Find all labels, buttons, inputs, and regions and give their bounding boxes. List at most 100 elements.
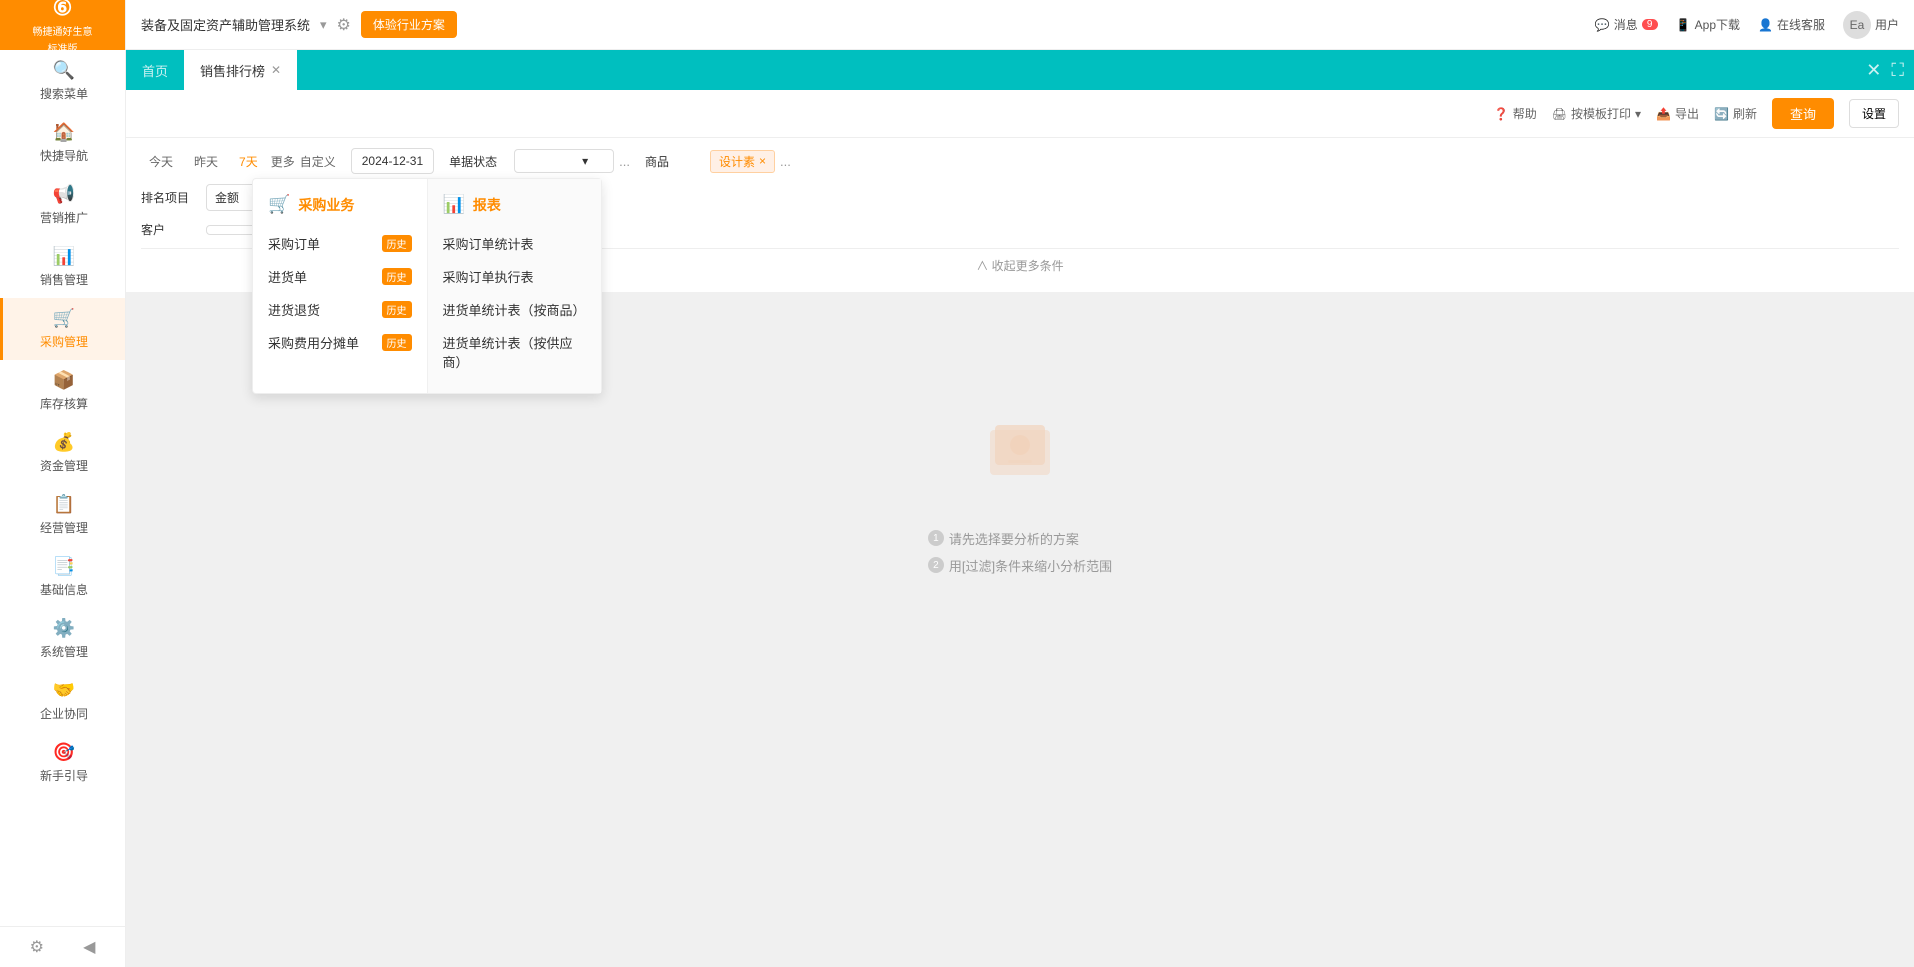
sidebar-item-marketing-label: 营销推广 [40,209,88,226]
doc-status-ellipsis[interactable]: ... [619,154,630,169]
doc-status-filter: 单据状态 ▾ ... [449,149,630,173]
goods-filter: 商品 设计素 × ... [645,150,791,173]
sidebar-item-basic-info-label: 基础信息 [40,581,88,598]
sidebar-item-finance[interactable]: 💰 资金管理 [0,422,125,484]
date-custom[interactable]: 自定义 [300,153,336,170]
rank-item-value: 金额 [215,189,239,206]
print-button[interactable]: 🖨 按模板打印 ▾ [1552,105,1641,122]
header-dropdown-icon[interactable]: ▾ [320,17,327,33]
sidebar-collapse-btn[interactable]: ◀ [83,937,95,957]
system-icon: ⚙️ [53,618,75,639]
date-filter: 今天 昨天 7天 更多 自定义 [141,150,336,173]
tab-close-icon[interactable]: ✕ [271,63,281,77]
query-button[interactable]: 查询 [1772,98,1834,129]
content-area: ❓ 帮助 🖨 按模板打印 ▾ 📤 导出 🔄 刷新 查询 设置 [126,90,1914,967]
sidebar-item-basic-info[interactable]: 📑 基础信息 [0,546,125,608]
menu-item-goods-stats-by-product[interactable]: 进货单统计表（按商品） [443,293,587,326]
goods-tag: 设计素 × [710,150,775,173]
print-label: 按模板打印 [1571,105,1631,122]
menu-item-goods-stats-by-supplier[interactable]: 进货单统计表（按供应商） [443,326,587,378]
logo-brand: 畅捷通好生意 [33,23,93,38]
sidebar-item-nav[interactable]: 🏠 快捷导航 [0,112,125,174]
sidebar-item-inventory[interactable]: 📦 库存核算 [0,360,125,422]
sidebar-item-search-label: 搜索菜单 [40,85,88,102]
menu-item-purchase-expense[interactable]: 采购费用分摊单 历史 [268,326,412,359]
sidebar-item-purchase[interactable]: 🛒 采购管理 [0,298,125,360]
sidebar-item-guide-label: 新手引导 [40,767,88,784]
search-icon: 🔍 [53,60,75,81]
app-download-label: App下载 [1695,16,1740,33]
export-button[interactable]: 📤 导出 [1656,105,1699,122]
sidebar-item-system[interactable]: ⚙️ 系统管理 [0,608,125,670]
date-7days[interactable]: 7天 [231,150,266,173]
doc-status-select[interactable]: ▾ [514,149,614,173]
date-more[interactable]: 更多 [271,153,295,170]
tip1-num: 1 [928,530,944,546]
sidebar-item-search[interactable]: 🔍 搜索菜单 [0,50,125,112]
tab-close-all-icon[interactable]: ✕ [1866,60,1881,81]
home-icon: 🏠 [53,122,75,143]
menu-item-order-exec-label: 采购订单执行表 [443,267,534,286]
tip2-text: 用[过滤]条件来缩小分析范围 [949,556,1112,575]
app-download-item[interactable]: 📱 App下载 [1676,16,1740,33]
top-header: 装备及固定资产辅助管理系统 ▾ ⚙ 体验行业方案 💬 消息 9 📱 App下载 … [126,0,1914,50]
sidebar-item-enterprise-label: 企业协同 [40,705,88,722]
header-settings-icon[interactable]: ⚙ [337,15,351,35]
date-end-value: 2024-12-31 [362,154,423,168]
date-yesterday[interactable]: 昨天 [186,150,226,173]
sidebar-item-marketing[interactable]: 📢 营销推广 [0,174,125,236]
collapse-label: 收起更多条件 [992,259,1064,273]
dropdown-col-purchase: 🛒 采购业务 采购订单 历史 进货单 历史 进货退货 历史 采购费用分摊单 [253,179,427,393]
print-dropdown-icon[interactable]: ▾ [1635,107,1641,121]
sidebar-bottom: ⚙ ◀ [0,926,125,967]
notification-item[interactable]: 💬 消息 9 [1595,16,1658,33]
date-today[interactable]: 今天 [141,150,181,173]
sidebar-settings-btn[interactable]: ⚙ [30,937,44,957]
help-button[interactable]: ❓ 帮助 [1494,105,1537,122]
refresh-button[interactable]: 🔄 刷新 [1714,105,1757,122]
goods-ellipsis[interactable]: ... [780,154,791,169]
menu-item-goods-return[interactable]: 进货退货 历史 [268,293,412,326]
tip1-text: 请先选择要分析的方案 [949,529,1079,548]
empty-tip-2: 2 用[过滤]条件来缩小分析范围 [928,556,1112,575]
main-area: 装备及固定资产辅助管理系统 ▾ ⚙ 体验行业方案 💬 消息 9 📱 App下载 … [126,0,1914,967]
settings-small-button[interactable]: 设置 [1849,99,1899,128]
basic-info-icon: 📑 [53,556,75,577]
user-item[interactable]: Ea 用户 [1843,11,1899,39]
menu-item-order-stats-label: 采购订单统计表 [443,234,534,253]
finance-icon: 💰 [53,432,75,453]
tab-home[interactable]: 首页 [126,50,184,90]
menu-item-purchase-order[interactable]: 采购订单 历史 [268,227,412,260]
sidebar-item-operations[interactable]: 📋 经营管理 [0,484,125,546]
sidebar-item-enterprise[interactable]: 🤝 企业协同 [0,670,125,732]
menu-item-goods-stats-by-product-label: 进货单统计表（按商品） [443,300,586,319]
menu-item-purchase-expense-label: 采购费用分摊单 [268,333,359,352]
enterprise-icon: 🤝 [53,680,75,701]
date-end-input[interactable]: 2024-12-31 [351,148,434,174]
content-toolbar: ❓ 帮助 🖨 按模板打印 ▾ 📤 导出 🔄 刷新 查询 设置 [126,90,1914,138]
menu-item-order-exec[interactable]: 采购订单执行表 [443,260,587,293]
purchase-menu-title: 采购业务 [298,195,354,215]
tip2-num: 2 [928,557,944,573]
collapse-icon: ∧ [976,259,988,273]
online-service-item[interactable]: 👤 在线客服 [1758,16,1825,33]
doc-status-label: 单据状态 [449,153,509,170]
tab-fullscreen-icon[interactable]: ⛶ [1891,60,1904,81]
goods-tag-close[interactable]: × [759,154,766,168]
empty-tips: 1 请先选择要分析的方案 2 用[过滤]条件来缩小分析范围 [928,529,1112,575]
doc-status-dropdown-icon: ▾ [582,154,588,168]
sidebar-item-sales-label: 销售管理 [40,271,88,288]
menu-item-order-stats[interactable]: 采购订单统计表 [443,227,587,260]
customer-label: 客户 [141,221,201,238]
menu-item-goods-receipt-label: 进货单 [268,267,307,286]
industry-button[interactable]: 体验行业方案 [361,11,457,38]
tab-sales-ranking[interactable]: 销售排行榜 ✕ [184,50,297,90]
goods-label: 商品 [645,153,705,170]
report-menu-title: 报表 [473,195,501,215]
history-badge-2: 历史 [382,301,412,318]
history-badge-0: 历史 [382,235,412,252]
history-badge-3: 历史 [382,334,412,351]
menu-item-goods-receipt[interactable]: 进货单 历史 [268,260,412,293]
sidebar-item-sales[interactable]: 📊 销售管理 [0,236,125,298]
sidebar-item-guide[interactable]: 🎯 新手引导 [0,732,125,794]
